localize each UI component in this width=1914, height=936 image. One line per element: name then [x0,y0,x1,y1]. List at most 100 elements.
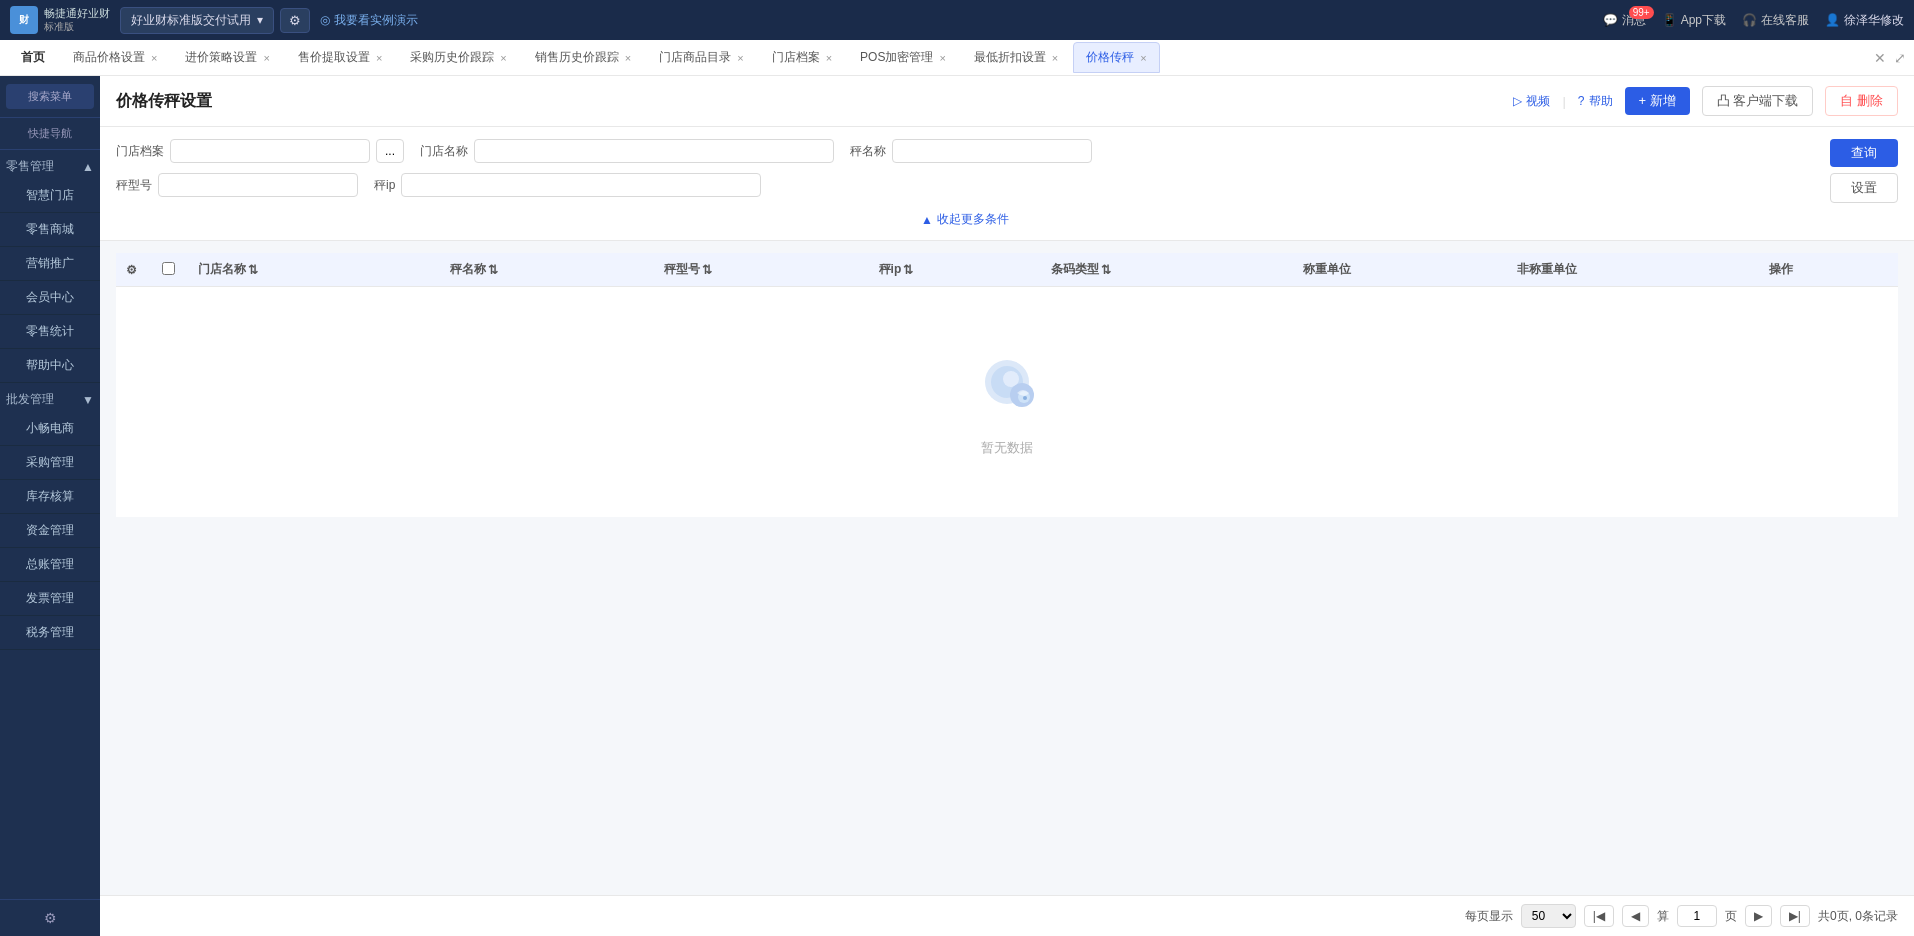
select-all-checkbox[interactable] [162,262,175,275]
nav-tabs: 首页 商品价格设置 × 进价策略设置 × 售价提取设置 × 采购历史价跟踪 × … [0,40,1914,76]
page-number-input[interactable] [1677,905,1717,927]
close-icon[interactable]: × [939,52,945,64]
next-page-button[interactable]: ▶ [1745,905,1772,927]
tab-product-price[interactable]: 商品价格设置 × [60,42,170,73]
search-menu-button[interactable]: 搜索菜单 [6,84,94,109]
scale-model-label: 秤型号 [116,177,152,194]
sidebar-item-member[interactable]: 会员中心 [0,281,100,315]
sidebar-item-help[interactable]: 帮助中心 [0,349,100,383]
close-tab-icon[interactable]: ✕ [1874,50,1886,66]
column-barcode-type: 条码类型 ⇅ [1041,253,1293,287]
store-archive-input[interactable] [170,139,370,163]
tab-sale-price[interactable]: 售价提取设置 × [285,42,395,73]
mobile-icon: 📱 [1662,13,1677,27]
user-menu[interactable]: 👤 徐泽华修改 [1825,12,1904,29]
filter-row-1: 门店档案 ... 门店名称 秤名称 [116,139,1814,163]
filter-store-archive: 门店档案 ... [116,139,404,163]
store-name-label: 门店名称 [420,143,468,160]
video-link[interactable]: ▷ 视频 [1513,93,1550,110]
empty-illustration [967,347,1047,427]
sidebar-item-tax[interactable]: 税务管理 [0,616,100,650]
sidebar-item-retail-stats[interactable]: 零售统计 [0,315,100,349]
svg-point-5 [1023,396,1027,400]
pagination-summary: 共0页, 0条记录 [1818,908,1898,925]
sidebar-item-finance[interactable]: 资金管理 [0,514,100,548]
sort-icon: ⇅ [248,263,258,277]
online-service-button[interactable]: 🎧 在线客服 [1742,12,1809,29]
close-icon[interactable]: × [263,52,269,64]
download-button[interactable]: 凸 客户端下载 [1702,86,1814,116]
close-icon[interactable]: × [826,52,832,64]
close-icon[interactable]: × [625,52,631,64]
filter-row-2: 秤型号 秤ip [116,173,1814,197]
scale-name-label: 秤名称 [850,143,886,160]
data-table: ⚙ 门店名称 ⇅ 秤名称 [116,253,1898,517]
pagination-bar: 每页显示 50 10 20 100 |◀ ◀ 算 页 ▶ ▶| 共0页, 0条记… [100,895,1914,936]
scale-model-input[interactable] [158,173,358,197]
last-page-button[interactable]: ▶| [1780,905,1810,927]
sidebar-item-ecommerce[interactable]: 小畅电商 [0,412,100,446]
close-icon[interactable]: × [151,52,157,64]
table-area: ⚙ 门店名称 ⇅ 秤名称 [100,241,1914,895]
tab-store-product[interactable]: 门店商品目录 × [646,42,756,73]
tab-home[interactable]: 首页 [8,42,58,73]
first-page-button[interactable]: |◀ [1584,905,1614,927]
tab-price-scale[interactable]: 价格传秤 × [1073,42,1159,73]
per-page-select[interactable]: 50 10 20 100 [1521,904,1576,928]
message-icon: 💬 [1603,13,1618,27]
page-title: 价格传秤设置 [116,91,212,112]
store-name-input[interactable] [474,139,834,163]
scale-ip-input[interactable] [401,173,761,197]
sidebar-item-purchase[interactable]: 采购管理 [0,446,100,480]
column-store-name: 门店名称 ⇅ [188,253,440,287]
sidebar-item-inventory[interactable]: 库存核算 [0,480,100,514]
sidebar-item-retail-management[interactable]: 零售管理 ▲ [0,150,100,179]
column-action: 操作 [1759,253,1898,287]
tab-sale-history[interactable]: 销售历史价跟踪 × [522,42,644,73]
sidebar-item-retail-mall[interactable]: 零售商城 [0,213,100,247]
tab-purchase-strategy[interactable]: 进价策略设置 × [172,42,282,73]
column-scale-name: 秤名称 ⇅ [440,253,654,287]
close-icon[interactable]: × [376,52,382,64]
sidebar-item-invoice[interactable]: 发票管理 [0,582,100,616]
message-button[interactable]: 💬 消息 99+ [1603,12,1646,29]
sort-icon: ⇅ [702,263,712,277]
close-icon[interactable]: × [500,52,506,64]
prev-page-button[interactable]: ◀ [1622,905,1649,927]
selector-gear-button[interactable]: ⚙ [280,8,310,33]
tab-store-archive[interactable]: 门店档案 × [759,42,845,73]
message-badge: 99+ [1629,6,1654,19]
filter-area: 门店档案 ... 门店名称 秤名称 [100,127,1914,241]
tab-pos[interactable]: POS加密管理 × [847,42,959,73]
close-icon[interactable]: × [737,52,743,64]
quick-nav-button[interactable]: 快捷导航 [0,118,100,150]
filter-scale-ip: 秤ip [374,173,761,197]
store-archive-dots-button[interactable]: ... [376,139,404,163]
per-page-label: 每页显示 [1465,908,1513,925]
filter-scale-name: 秤名称 [850,139,1092,163]
tab-min-discount[interactable]: 最低折扣设置 × [961,42,1071,73]
user-name: 徐泽华修改 [1844,12,1904,29]
delete-button[interactable]: 自 删除 [1825,86,1898,116]
close-icon[interactable]: × [1052,52,1058,64]
sidebar-settings-icon[interactable]: ⚙ [44,910,57,926]
help-link[interactable]: ? 帮助 [1578,93,1613,110]
close-icon[interactable]: × [1140,52,1146,64]
collapse-button[interactable]: ▲ 收起更多条件 [921,211,1009,228]
add-button[interactable]: + 新增 [1625,87,1690,115]
query-button[interactable]: 查询 [1830,139,1898,167]
expand-icon[interactable]: ⤢ [1894,50,1906,66]
chevron-down-icon: ▼ [82,393,94,407]
app-download-button[interactable]: 📱 App下载 [1662,12,1726,29]
filter-scale-model: 秤型号 [116,173,358,197]
sidebar-item-marketing[interactable]: 营销推广 [0,247,100,281]
set-button[interactable]: 设置 [1830,173,1898,203]
demo-link[interactable]: ◎ 我要看实例演示 [320,12,418,29]
scale-name-input[interactable] [892,139,1092,163]
sidebar-item-general-ledger[interactable]: 总账管理 [0,548,100,582]
sidebar-item-wholesale[interactable]: 批发管理 ▼ [0,383,100,412]
sidebar-item-smart-store[interactable]: 智慧门店 [0,179,100,213]
tab-purchase-history[interactable]: 采购历史价跟踪 × [397,42,519,73]
column-settings[interactable]: ⚙ [116,253,152,287]
version-selector[interactable]: 好业财标准版交付试用 ▾ [120,7,274,34]
